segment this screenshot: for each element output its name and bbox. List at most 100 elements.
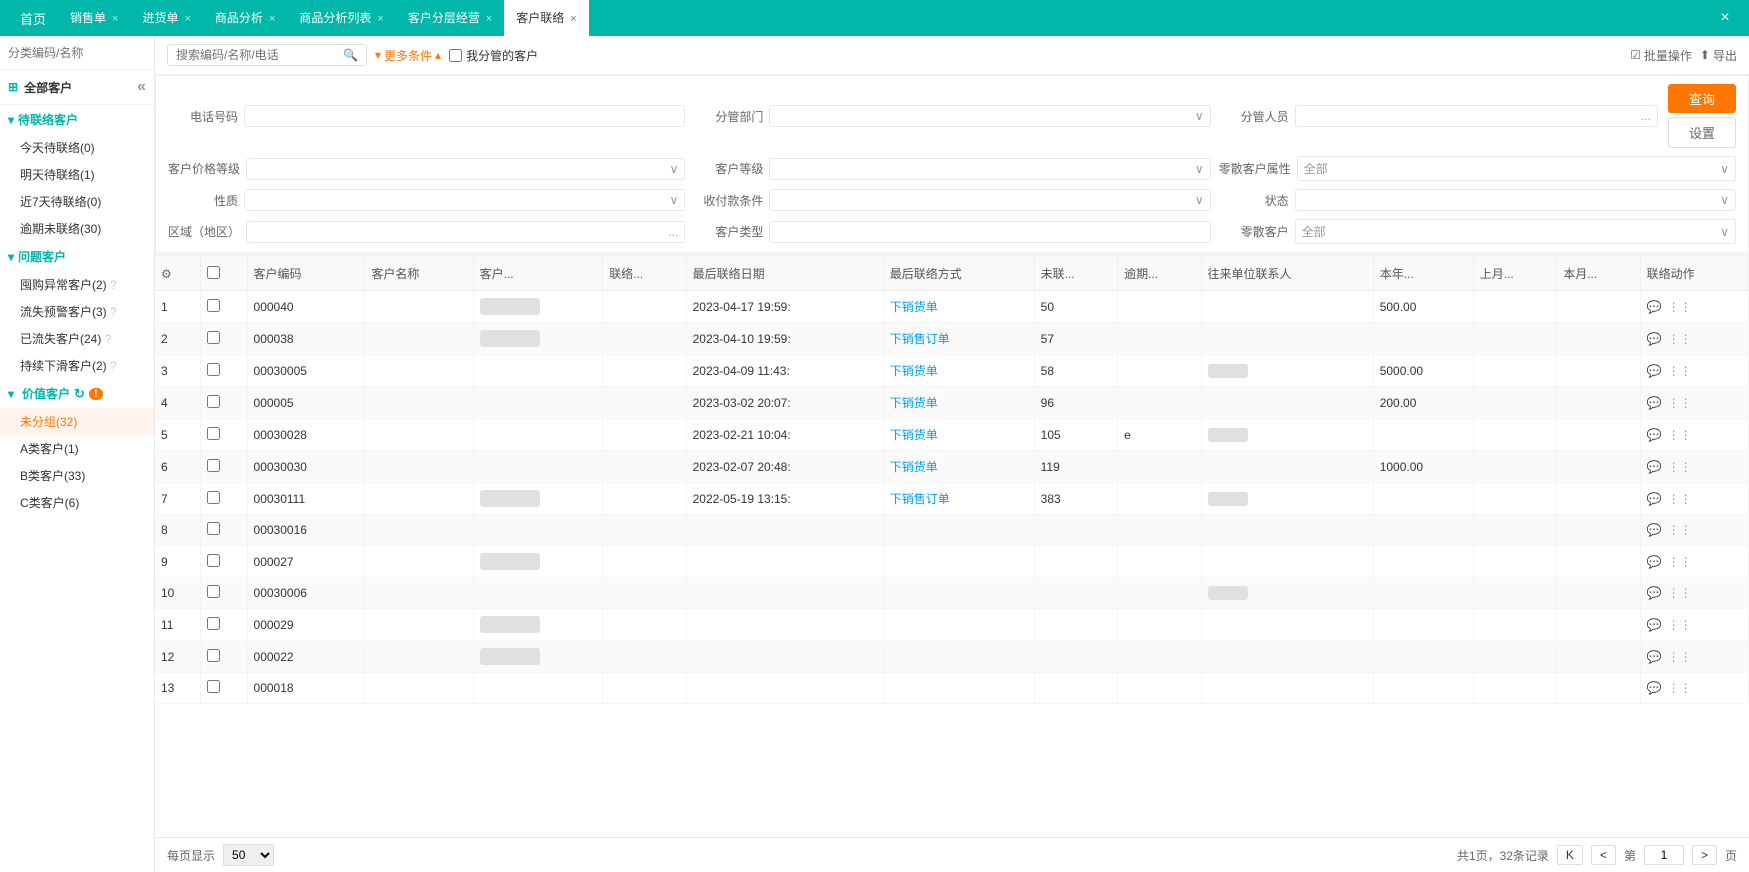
sidebar-all-customers[interactable]: ⊞ 全部客户 « xyxy=(0,70,154,105)
sidebar-item-churn-warning[interactable]: 流失预警客户(3) ? xyxy=(0,298,154,325)
row-checkbox[interactable] xyxy=(207,395,220,408)
close-purchase-tab[interactable]: × xyxy=(184,13,190,25)
chat-icon[interactable]: 💬 xyxy=(1647,586,1662,600)
sidebar-search-input[interactable] xyxy=(8,46,155,60)
filter-status-select[interactable]: ∨ xyxy=(1295,189,1736,211)
more-icon[interactable]: ⋮⋮ xyxy=(1668,650,1692,664)
sidebar-item-tomorrow[interactable]: 明天待联络(1) xyxy=(0,161,154,188)
row-checkbox-cell[interactable] xyxy=(201,641,247,673)
chat-icon[interactable]: 💬 xyxy=(1647,555,1662,569)
row-last-method[interactable]: 下销售订单 xyxy=(883,483,1034,515)
more-icon[interactable]: ⋮⋮ xyxy=(1668,396,1692,410)
filter-price-level-select[interactable]: ∨ xyxy=(246,158,685,180)
col-contact-person[interactable]: 往来单位联系人 xyxy=(1201,257,1373,291)
more-icon[interactable]: ⋮⋮ xyxy=(1668,460,1692,474)
row-checkbox-cell[interactable] xyxy=(201,451,247,483)
row-checkbox-cell[interactable] xyxy=(201,387,247,419)
row-actions[interactable]: 💬 ⋮⋮ xyxy=(1640,515,1748,546)
chat-icon[interactable]: 💬 xyxy=(1647,618,1662,632)
row-actions[interactable]: 💬 ⋮⋮ xyxy=(1640,641,1748,673)
more-icon[interactable]: ⋮⋮ xyxy=(1668,300,1692,314)
row-checkbox[interactable] xyxy=(207,522,220,535)
filter-dept-select[interactable]: ∨ xyxy=(769,105,1210,127)
col-last-method[interactable]: 最后联络方式 xyxy=(883,257,1034,291)
search-input[interactable] xyxy=(176,48,343,62)
row-actions[interactable]: 💬 ⋮⋮ xyxy=(1640,546,1748,578)
col-name[interactable]: 客户名称 xyxy=(365,257,473,291)
row-checkbox-cell[interactable] xyxy=(201,419,247,451)
window-close-button[interactable]: × xyxy=(1709,0,1741,36)
tab-product-analysis[interactable]: 商品分析× xyxy=(203,0,287,36)
link-cell[interactable]: 下销货单 xyxy=(890,396,938,410)
chat-icon[interactable]: 💬 xyxy=(1647,364,1662,378)
next-page-btn[interactable]: > xyxy=(1692,845,1717,865)
filter-region-select[interactable]: ... xyxy=(246,221,685,243)
row-actions[interactable]: 💬 ⋮⋮ xyxy=(1640,419,1748,451)
link-cell[interactable]: 下销货单 xyxy=(890,460,938,474)
col-checkbox[interactable] xyxy=(201,257,247,291)
row-actions[interactable]: 💬 ⋮⋮ xyxy=(1640,387,1748,419)
row-checkbox[interactable] xyxy=(207,491,220,504)
row-checkbox[interactable] xyxy=(207,617,220,630)
more-icon[interactable]: ⋮⋮ xyxy=(1668,586,1692,600)
query-button[interactable]: 查询 xyxy=(1668,84,1736,113)
row-checkbox-cell[interactable] xyxy=(201,609,247,641)
row-last-method[interactable]: 下销货单 xyxy=(883,451,1034,483)
sidebar-item-ungrouped[interactable]: 未分组(32) xyxy=(0,408,154,435)
sidebar-item-churned[interactable]: 已流失客户(24) ? xyxy=(0,325,154,352)
sidebar-item-7days[interactable]: 近7天待联络(0) xyxy=(0,188,154,215)
col-contact[interactable]: 联络... xyxy=(603,257,686,291)
col-overdue[interactable]: 逾期... xyxy=(1118,257,1201,291)
row-checkbox[interactable] xyxy=(207,331,220,344)
my-customers-check[interactable] xyxy=(449,49,462,62)
tab-purchase[interactable]: 进货单× xyxy=(130,0,202,36)
col-code[interactable]: 客户编码 xyxy=(247,257,365,291)
more-conditions-btn[interactable]: ▾ 更多条件 ▴ xyxy=(375,47,441,64)
row-checkbox-cell[interactable] xyxy=(201,291,247,323)
my-customers-checkbox[interactable]: 我分管的客户 xyxy=(449,47,538,64)
row-checkbox-cell[interactable] xyxy=(201,355,247,387)
chat-icon[interactable]: 💬 xyxy=(1647,681,1662,695)
col-no-contact[interactable]: 未联... xyxy=(1034,257,1117,291)
chat-icon[interactable]: 💬 xyxy=(1647,523,1662,537)
filter-payment-select[interactable]: ∨ xyxy=(769,189,1210,211)
page-input[interactable] xyxy=(1644,845,1684,865)
row-checkbox-cell[interactable] xyxy=(201,483,247,515)
sidebar-item-declining[interactable]: 持续下滑客户(2) ? xyxy=(0,352,154,379)
chat-icon[interactable]: 💬 xyxy=(1647,650,1662,664)
row-checkbox[interactable] xyxy=(207,363,220,376)
sidebar-item-class-c[interactable]: C类客户(6) xyxy=(0,489,154,516)
select-all-checkbox[interactable] xyxy=(207,266,220,279)
more-icon[interactable]: ⋮⋮ xyxy=(1668,523,1692,537)
batch-ops-btn[interactable]: ☑ 批量操作 xyxy=(1630,47,1692,64)
chat-icon[interactable]: 💬 xyxy=(1647,332,1662,346)
filter-retail-attr-select[interactable]: 全部 ∨ xyxy=(1297,156,1736,181)
row-checkbox[interactable] xyxy=(207,427,220,440)
col-this-month[interactable]: 本月... xyxy=(1557,257,1640,291)
row-last-method[interactable]: 下销货单 xyxy=(883,291,1034,323)
row-last-method[interactable]: 下销货单 xyxy=(883,355,1034,387)
link-cell[interactable]: 下销售订单 xyxy=(890,332,950,346)
close-product-list-tab[interactable]: × xyxy=(377,13,383,25)
prev-page-btn[interactable]: < xyxy=(1591,845,1616,865)
sidebar-item-class-a[interactable]: A类客户(1) xyxy=(0,435,154,462)
row-actions[interactable]: 💬 ⋮⋮ xyxy=(1640,673,1748,704)
tab-product-analysis-list[interactable]: 商品分析列表× xyxy=(287,0,395,36)
chat-icon[interactable]: 💬 xyxy=(1647,428,1662,442)
tab-sales[interactable]: 销售单× xyxy=(58,0,130,36)
chat-icon[interactable]: 💬 xyxy=(1647,492,1662,506)
row-actions[interactable]: 💬 ⋮⋮ xyxy=(1640,578,1748,609)
sidebar-section-value[interactable]: ▾ 价值客户 ↻ ! xyxy=(0,379,154,408)
row-checkbox-cell[interactable] xyxy=(201,673,247,704)
close-customer-tier-tab[interactable]: × xyxy=(486,13,492,25)
row-checkbox[interactable] xyxy=(207,299,220,312)
filter-nature-select[interactable]: ∨ xyxy=(244,189,685,211)
row-actions[interactable]: 💬 ⋮⋮ xyxy=(1640,451,1748,483)
filter-customer-type-input[interactable] xyxy=(769,221,1210,243)
col-last-month[interactable]: 上月... xyxy=(1473,257,1556,291)
row-last-method[interactable]: 下销货单 xyxy=(883,419,1034,451)
row-checkbox[interactable] xyxy=(207,585,220,598)
chat-icon[interactable]: 💬 xyxy=(1647,300,1662,314)
col-settings[interactable]: ⚙ xyxy=(155,257,201,291)
sidebar-item-abnormal[interactable]: 囤购异常客户(2) ? xyxy=(0,271,154,298)
